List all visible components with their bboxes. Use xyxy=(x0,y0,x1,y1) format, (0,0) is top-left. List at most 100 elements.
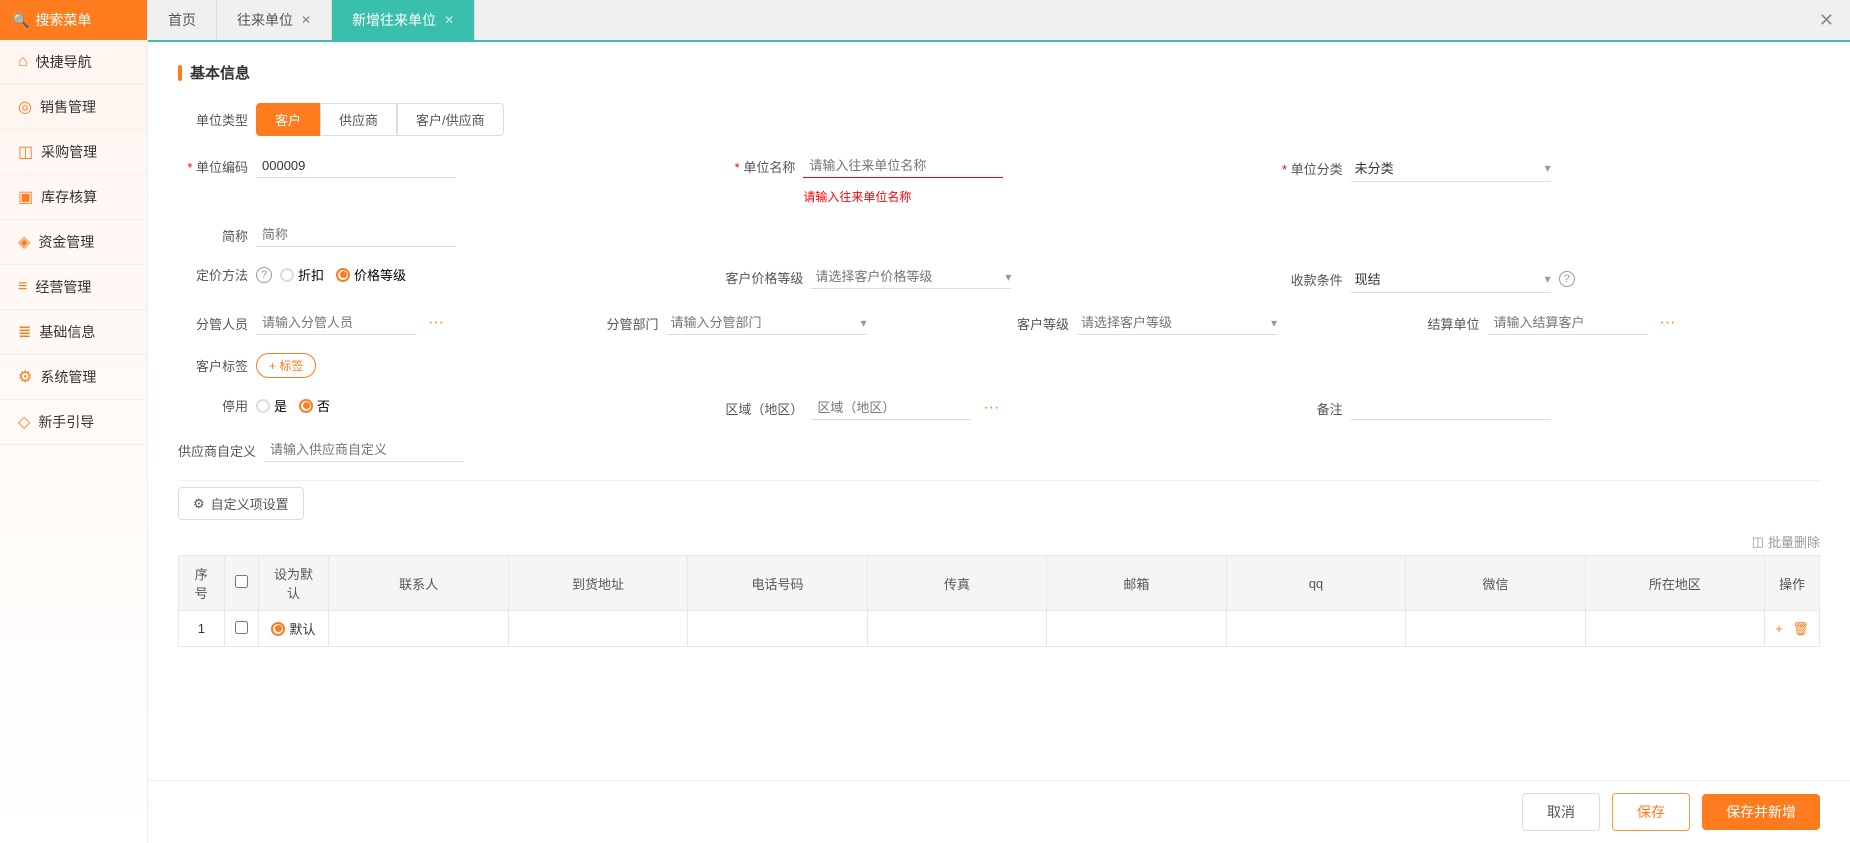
unit-name-error: 请输入往来单位名称 xyxy=(803,188,911,205)
radio-level[interactable]: 价格等级 xyxy=(336,265,406,284)
select-all-checkbox[interactable] xyxy=(235,575,248,588)
radio-level-circle xyxy=(336,268,350,282)
search-menu[interactable]: 🔍 搜索菜单 xyxy=(0,0,147,40)
tab-new-contact-close[interactable]: ✕ xyxy=(444,13,454,27)
row-region-input[interactable] xyxy=(1596,621,1754,636)
radio-no-label: 否 xyxy=(317,396,330,415)
delete-row-btn[interactable]: 🗑 xyxy=(1792,621,1809,636)
sidebar: 🔍 搜索菜单 ⌂ 快捷导航 ◎ 销售管理 ◫ 采购管理 ▣ 库存核算 ◈ 资金管… xyxy=(0,0,148,843)
fax-input[interactable] xyxy=(878,621,1036,636)
payment-help-icon[interactable]: ? xyxy=(1559,271,1575,287)
row-contact xyxy=(329,611,508,647)
customer-price-field: 客户价格等级 ▾ xyxy=(725,265,1272,289)
col-index: 序号 xyxy=(179,556,225,611)
tag-row: 客户标签 + 标签 xyxy=(178,353,1820,378)
row-select-checkbox[interactable] xyxy=(235,621,248,634)
unit-type-both[interactable]: 客户/供应商 xyxy=(397,103,504,136)
phone-input[interactable] xyxy=(698,621,856,636)
settle-unit-field: 结算单位 ··· xyxy=(1410,311,1821,335)
customer-price-label: 客户价格等级 xyxy=(725,268,803,287)
sidebar-item-inventory-label: 库存核算 xyxy=(41,187,97,207)
radio-discount-label: 折扣 xyxy=(298,265,324,284)
sidebar-item-inventory[interactable]: ▣ 库存核算 xyxy=(0,175,147,220)
section-title: 基本信息 xyxy=(178,62,1820,83)
address-input[interactable] xyxy=(519,621,677,636)
region-more[interactable]: ··· xyxy=(979,399,1003,417)
radio-discount[interactable]: 折扣 xyxy=(280,265,324,284)
pricing-radio-group: 折扣 价格等级 xyxy=(280,265,406,284)
unit-code-input[interactable] xyxy=(256,154,456,178)
sidebar-item-shortcuts[interactable]: ⌂ 快捷导航 xyxy=(0,40,147,85)
sidebar-item-basic[interactable]: ≣ 基础信息 xyxy=(0,310,147,355)
tag-label: 客户标签 xyxy=(178,356,248,375)
main-area: 首页 往来单位 ✕ 新增往来单位 ✕ ✕ 基本信息 单位类型 客户 供应商 客户… xyxy=(148,0,1850,843)
col-checkbox xyxy=(224,556,258,611)
customer-price-input[interactable] xyxy=(811,265,1005,288)
save-new-button[interactable]: 保存并新增 xyxy=(1702,794,1820,830)
sidebar-item-purchase[interactable]: ◫ 采购管理 xyxy=(0,130,147,175)
sidebar-item-purchase-label: 采购管理 xyxy=(41,142,97,162)
unit-category-dropdown[interactable]: 未分类 ▾ xyxy=(1351,154,1551,182)
short-name-input[interactable] xyxy=(256,223,456,247)
remark-input[interactable] xyxy=(1351,396,1551,420)
manager-input[interactable] xyxy=(256,311,416,335)
sidebar-item-sales[interactable]: ◎ 销售管理 xyxy=(0,85,147,130)
unit-name-input[interactable] xyxy=(803,154,1003,178)
region-field: 区域（地区） ··· xyxy=(725,396,1272,420)
custom-settings-button[interactable]: ⚙ 自定义项设置 xyxy=(178,487,304,520)
batch-delete-label[interactable]: 批量删除 xyxy=(1768,532,1820,551)
disabled-radio-group: 是 否 xyxy=(256,396,330,415)
cancel-button[interactable]: 取消 xyxy=(1522,793,1600,831)
tab-home[interactable]: 首页 xyxy=(148,0,217,40)
wechat-input[interactable] xyxy=(1416,621,1574,636)
dept-dropdown[interactable]: ▾ xyxy=(667,311,867,335)
disabled-field: 停用 是 否 xyxy=(178,396,725,415)
email-input[interactable] xyxy=(1057,621,1215,636)
supplier-custom-input[interactable] xyxy=(264,438,464,462)
col-default: 设为默认 xyxy=(258,556,329,611)
tab-new-contact[interactable]: 新增往来单位 ✕ xyxy=(332,0,475,40)
payment-terms-arrow: ▾ xyxy=(1545,272,1551,286)
customer-price-dropdown[interactable]: ▾ xyxy=(811,265,1011,289)
settle-unit-input[interactable] xyxy=(1488,311,1648,335)
row-qq xyxy=(1226,611,1406,647)
unit-type-supplier[interactable]: 供应商 xyxy=(320,103,397,136)
add-row-btn[interactable]: + xyxy=(1775,621,1783,636)
tab-contacts-close[interactable]: ✕ xyxy=(301,13,311,27)
region-input[interactable] xyxy=(811,396,971,420)
sidebar-item-finance[interactable]: ◈ 资金管理 xyxy=(0,220,147,265)
close-all-tabs[interactable]: ✕ xyxy=(1803,10,1850,31)
qq-input[interactable] xyxy=(1237,621,1396,636)
manager-more[interactable]: ··· xyxy=(424,314,448,332)
pricing-method-label: 定价方法 xyxy=(178,265,248,284)
unit-type-customer[interactable]: 客户 xyxy=(256,103,320,136)
payment-terms-field: 收款条件 现结 ▾ ? xyxy=(1273,265,1820,293)
customer-level-input[interactable] xyxy=(1077,311,1271,334)
customer-level-label: 客户等级 xyxy=(999,314,1069,333)
sidebar-item-guide[interactable]: ◇ 新手引导 xyxy=(0,400,147,445)
radio-yes[interactable]: 是 xyxy=(256,396,287,415)
settle-unit-more[interactable]: ··· xyxy=(1656,314,1680,332)
payment-terms-label: 收款条件 xyxy=(1273,270,1343,289)
row-default-radio[interactable]: 默认 xyxy=(269,619,319,638)
supplier-custom-field: 供应商自定义 xyxy=(178,438,1820,462)
customer-level-dropdown[interactable]: ▾ xyxy=(1077,311,1277,335)
dept-input[interactable] xyxy=(667,311,861,334)
remark-field: 备注 xyxy=(1273,396,1820,420)
tab-contacts[interactable]: 往来单位 ✕ xyxy=(217,0,332,40)
pricing-help-icon[interactable]: ? xyxy=(256,267,272,283)
contact-input[interactable] xyxy=(339,621,497,636)
form-content: 基本信息 单位类型 客户 供应商 客户/供应商 单位编码 单位名称 xyxy=(148,42,1850,780)
payment-terms-dropdown[interactable]: 现结 ▾ xyxy=(1351,265,1551,293)
add-tag-button[interactable]: + 标签 xyxy=(256,353,316,378)
radio-no[interactable]: 否 xyxy=(299,396,330,415)
dept-field: 分管部门 ▾ xyxy=(589,311,1000,335)
col-action: 操作 xyxy=(1765,556,1820,611)
save-button[interactable]: 保存 xyxy=(1612,793,1690,831)
col-phone: 电话号码 xyxy=(688,556,867,611)
sidebar-item-system-label: 系统管理 xyxy=(40,367,96,387)
radio-discount-circle xyxy=(280,268,294,282)
sidebar-item-basic-label: 基础信息 xyxy=(39,322,95,342)
sidebar-item-management[interactable]: ≡ 经营管理 xyxy=(0,265,147,310)
sidebar-item-system[interactable]: ⚙ 系统管理 xyxy=(0,355,147,400)
